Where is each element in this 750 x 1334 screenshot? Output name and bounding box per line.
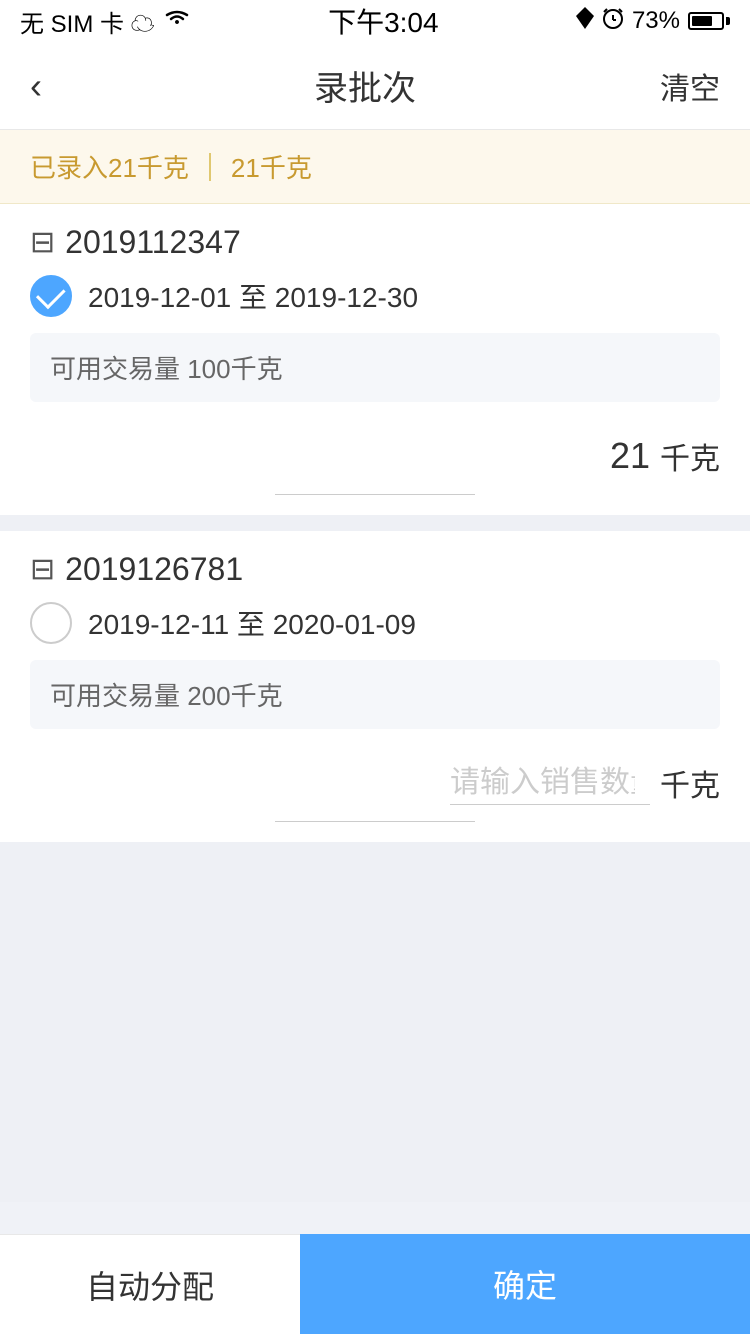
- batch-1-amount-value: 21: [610, 435, 650, 477]
- confirm-button[interactable]: 确定: [300, 1234, 750, 1334]
- batch-2-unit: 千克: [660, 761, 720, 805]
- batch-1-icon: ⊟: [30, 225, 55, 260]
- section-divider: [0, 515, 750, 531]
- batch-1-header: ⊟ 2019112347: [30, 224, 720, 261]
- recorded-label: 已录入21千克: [30, 148, 189, 185]
- batch-1-radio[interactable]: [30, 275, 72, 317]
- nav-bar: ‹ 录批次 清空: [0, 42, 750, 130]
- total-label: 21千克: [231, 148, 312, 185]
- clear-button[interactable]: 清空: [640, 64, 720, 108]
- location-icon: [576, 7, 594, 36]
- alarm-icon: [602, 7, 624, 36]
- info-divider: [209, 153, 211, 181]
- batch-2-header: ⊟ 2019126781: [30, 551, 720, 588]
- batch-2-icon: ⊟: [30, 552, 55, 587]
- batch-2-input-row: 千克: [0, 745, 750, 821]
- batch-2-available: 可用交易量 200千克: [30, 660, 720, 729]
- batch-2-date: 2019-12-11 至 2020-01-09: [88, 603, 416, 643]
- batch-1-unit: 千克: [660, 434, 720, 478]
- status-right: 73%: [576, 7, 730, 36]
- batch-2-date-row: 2019-12-11 至 2020-01-09: [30, 602, 720, 644]
- batch-2-item: ⊟ 2019126781 2019-12-11 至 2020-01-09 可用交…: [0, 531, 750, 729]
- batch-2-id: 2019126781: [65, 551, 243, 588]
- status-time: 下午3:04: [328, 1, 439, 41]
- batch-2-radio[interactable]: [30, 602, 72, 644]
- info-banner: 已录入21千克 21千克: [0, 130, 750, 204]
- status-left: 无 SIM 卡 ☁: [20, 4, 191, 39]
- batch-2-divider: [275, 821, 475, 822]
- sim-label: 无 SIM 卡 ☁: [20, 4, 155, 39]
- batch-1-amount-row: 21 千克: [0, 418, 750, 494]
- batch-2-container: ⊟ 2019126781 2019-12-11 至 2020-01-09 可用交…: [0, 531, 750, 842]
- batch-1-available: 可用交易量 100千克: [30, 333, 720, 402]
- batch-1-divider: [275, 494, 475, 495]
- batch-2-quantity-input[interactable]: [450, 762, 650, 805]
- batch-1-item: ⊟ 2019112347 2019-12-01 至 2019-12-30 可用交…: [0, 204, 750, 402]
- batch-1-date-row: 2019-12-01 至 2019-12-30: [30, 275, 720, 317]
- status-bar: 无 SIM 卡 ☁ 下午3:04 73%: [0, 0, 750, 42]
- back-button[interactable]: ‹: [30, 65, 90, 107]
- battery-icon: [688, 12, 730, 30]
- batch-1-container: ⊟ 2019112347 2019-12-01 至 2019-12-30 可用交…: [0, 204, 750, 515]
- wifi-icon: [163, 7, 191, 35]
- battery-percent: 73%: [632, 7, 680, 35]
- empty-area: [0, 842, 750, 1202]
- page-title: 录批次: [314, 61, 416, 110]
- batch-1-id: 2019112347: [65, 224, 241, 261]
- auto-distribute-button[interactable]: 自动分配: [0, 1234, 300, 1334]
- batch-1-date: 2019-12-01 至 2019-12-30: [88, 276, 418, 316]
- bottom-bar: 自动分配 确定: [0, 1234, 750, 1334]
